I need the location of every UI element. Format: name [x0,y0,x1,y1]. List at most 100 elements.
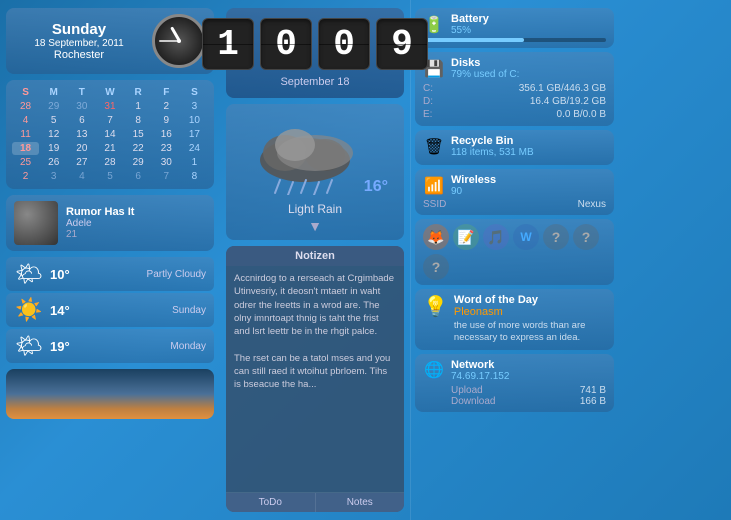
cal-day[interactable]: 7 [153,170,180,183]
notes-app-icon[interactable]: 📝 [453,224,479,250]
cal-day[interactable]: 28 [12,100,39,113]
cal-today[interactable]: 18 [12,142,39,155]
download-value: 166 B [580,396,606,407]
notes-header: Notizen [226,246,404,266]
battery-progress-fill [423,38,524,42]
cal-day[interactable]: 13 [68,128,95,141]
calendar-widget: S M T W R F S 28 29 30 31 1 2 3 4 5 6 7 … [6,80,214,189]
cal-day[interactable]: 8 [125,114,152,127]
battery-label: Battery [451,13,606,25]
help-icon-2[interactable]: ? [573,224,599,250]
cal-day[interactable]: 7 [96,114,123,127]
word-icon: 💡 [423,294,448,319]
cal-day[interactable]: 9 [153,114,180,127]
cal-day[interactable]: 29 [40,100,67,113]
cal-day[interactable]: 10 [181,114,208,127]
date-text: 18 September, 2011 [14,38,144,49]
cal-day[interactable]: 29 [125,156,152,169]
middle-panel: 1 0 0 9 September 18 [220,0,410,520]
cal-day[interactable]: 28 [96,156,123,169]
forecast-row-3: 🌤 19° Monday [6,329,214,363]
cal-day[interactable]: 21 [96,142,123,155]
forecast-temp-2: 14° [50,303,166,318]
cal-day[interactable]: 2 [153,100,180,113]
landscape-widget [6,369,214,419]
help-icon-3[interactable]: ? [423,254,449,280]
music-track: 21 [66,229,206,240]
forecast-desc-2: Sunday [172,305,206,316]
cal-day[interactable]: 16 [153,128,180,141]
recycle-value: 118 items, 531 MB [451,147,606,158]
left-panel: Sunday 18 September, 2011 Rochester S M … [0,0,220,520]
cal-day[interactable]: 19 [40,142,67,155]
cal-header-wed: W [96,86,123,99]
cal-day[interactable]: 14 [96,128,123,141]
download-row: Download 166 B [451,396,606,407]
cal-day[interactable]: 8 [181,170,208,183]
network-info: Network 74.69.17.152 Upload 741 B Downlo… [451,359,606,407]
firefox-icon[interactable]: 🦊 [423,224,449,250]
network-widget: 🌐 Network 74.69.17.152 Upload 741 B Down… [415,354,614,412]
cal-day[interactable]: 5 [40,114,67,127]
upload-row: Upload 741 B [451,385,606,396]
cal-day[interactable]: 5 [96,170,123,183]
day-name: Sunday [14,21,144,38]
cal-day[interactable]: 6 [68,114,95,127]
cal-day[interactable]: 15 [125,128,152,141]
album-art [14,201,58,245]
cal-day[interactable]: 6 [125,170,152,183]
cal-day[interactable]: 26 [40,156,67,169]
cal-day[interactable]: 30 [68,100,95,113]
wireless-widget: 📶 Wireless 90 SSID Nexus [415,169,614,215]
cal-day[interactable]: 31 [96,100,123,113]
cal-day[interactable]: 30 [153,156,180,169]
disks-widget: 💾 Disks 79% used of C: C: 356.1 GB/446.3… [415,52,614,126]
cal-day[interactable]: 27 [68,156,95,169]
cal-day[interactable]: 1 [125,100,152,113]
weather-cloud-area: 16° [232,110,398,200]
help-icon-1[interactable]: ? [543,224,569,250]
disks-info: Disks 79% used of C: [451,57,606,80]
cal-header-thu: R [125,86,152,99]
notes-notes-button[interactable]: Notes [316,493,405,512]
forecast-row-1: 🌤 10° Partly Cloudy [6,257,214,291]
word-term: Pleonasm [454,306,606,318]
cal-day[interactable]: 4 [68,170,95,183]
cal-header-tue: T [68,86,95,99]
cal-day[interactable]: 2 [12,170,39,183]
cal-day[interactable]: 25 [12,156,39,169]
cal-day[interactable]: 22 [125,142,152,155]
notes-footer: ToDo Notes [226,492,404,512]
cal-day[interactable]: 3 [40,170,67,183]
music-app-icon[interactable]: 🎵 [483,224,509,250]
notes-body[interactable]: Accnirdog to a rerseach at Crgimbade Uti… [226,266,404,492]
wireless-label: Wireless [451,174,606,186]
forecast-desc-3: Monday [170,341,206,352]
disks-label: Disks [451,57,606,69]
word-app-icon[interactable]: W [513,224,539,250]
battery-widget: 🔋 Battery 55% [415,8,614,48]
weather-expand-icon[interactable]: ▼ [308,218,322,234]
network-ip: 74.69.17.152 [451,371,606,382]
cal-day[interactable]: 17 [181,128,208,141]
cal-day[interactable]: 3 [181,100,208,113]
cal-day[interactable]: 1 [181,156,208,169]
album-art-image [14,201,58,245]
notes-widget: Notizen Accnirdog to a rerseach at Crgim… [226,246,404,512]
flip-min-tens: 0 [318,18,370,70]
weather-label: Light Rain [288,202,342,216]
cal-day[interactable]: 24 [181,142,208,155]
cal-day[interactable]: 12 [40,128,67,141]
cal-day[interactable]: 23 [153,142,180,155]
word-definition: the use of more words than are necessary… [454,320,606,345]
network-label: Network [451,359,606,371]
minute-hand [159,40,179,42]
recycle-label: Recycle Bin [451,135,606,147]
cal-day[interactable]: 11 [12,128,39,141]
wireless-icon: 📶 [423,175,445,197]
cal-day[interactable]: 4 [12,114,39,127]
notes-todo-button[interactable]: ToDo [226,493,316,512]
music-title: Rumor Has It [66,206,206,218]
disk-d-value: 16.4 GB/19.2 GB [530,96,606,107]
cal-day[interactable]: 20 [68,142,95,155]
